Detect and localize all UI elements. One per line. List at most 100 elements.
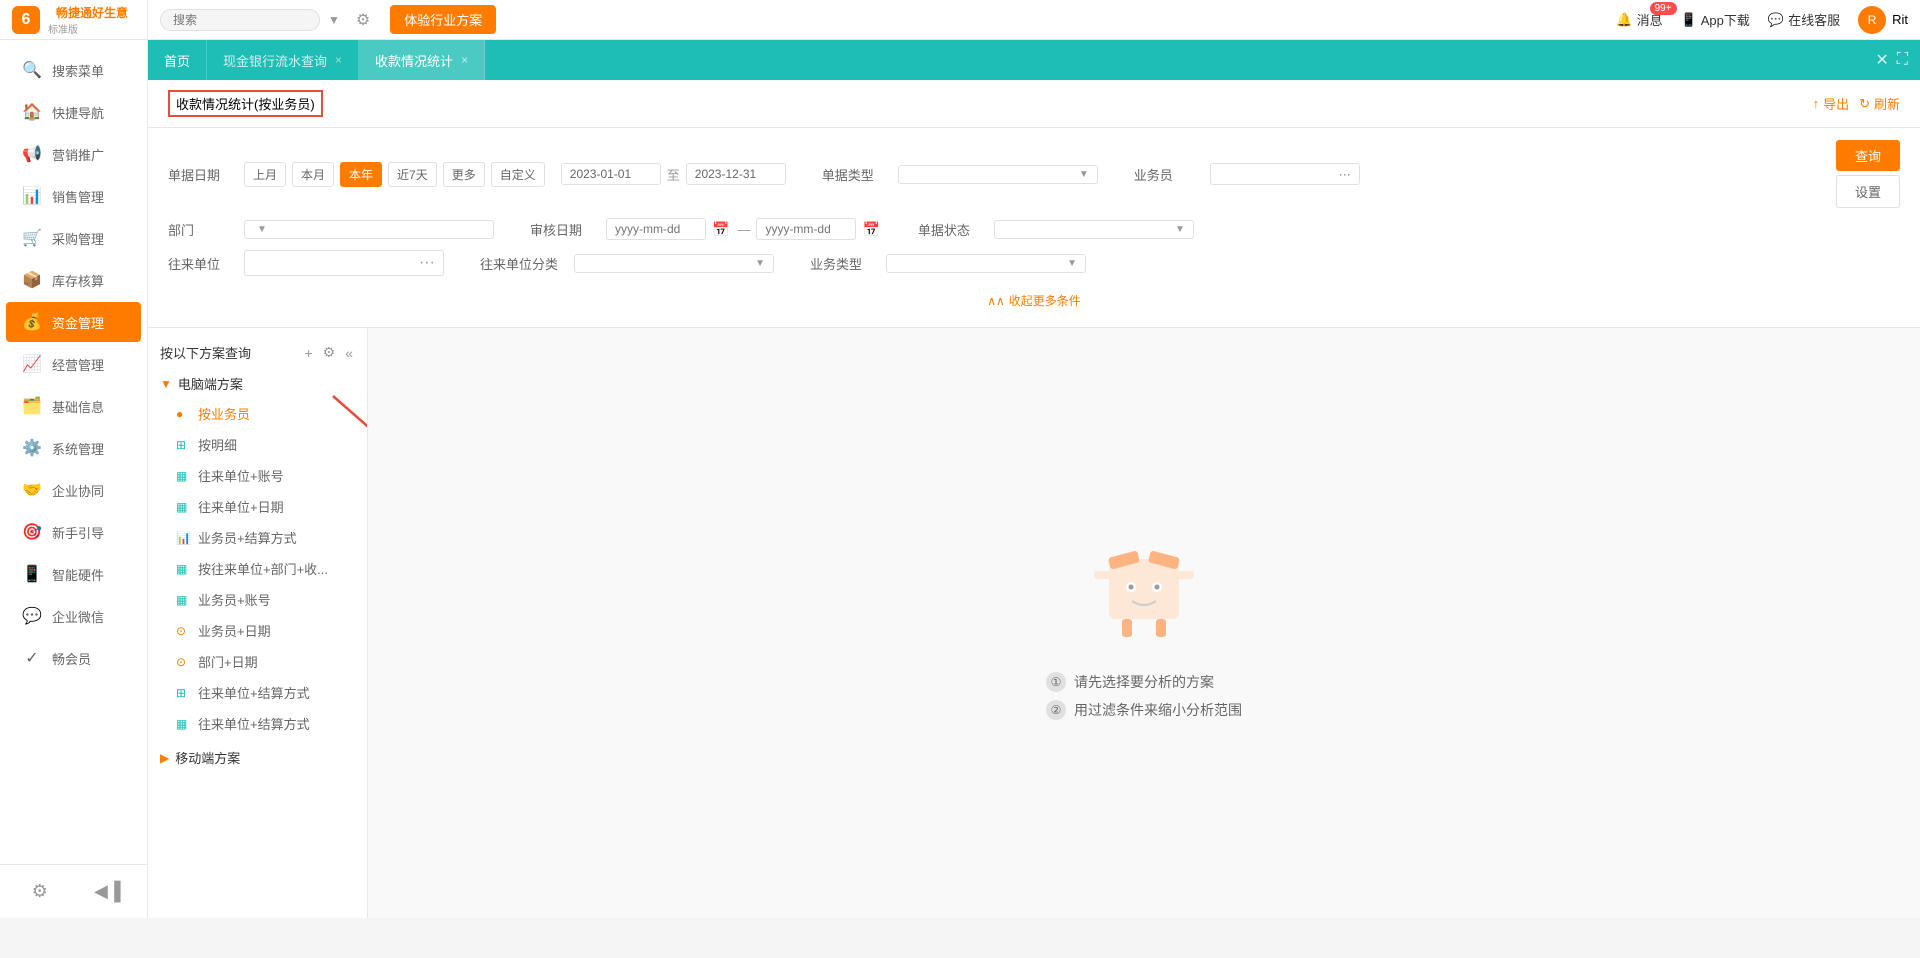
scheme-item-label-0: 按业务员 <box>198 404 250 423</box>
sidebar-settings-btn[interactable]: ⚙ <box>10 875 70 908</box>
export-btn[interactable]: ↑ 导出 <box>1813 94 1850 113</box>
scheme-item-icon-6: ▦ <box>176 593 192 607</box>
window-max-icon[interactable]: ⛶ <box>1897 51 1908 69</box>
nav-enterprise[interactable]: 🤝 企业协同 <box>6 470 141 510</box>
setting-btn[interactable]: 设置 <box>1836 175 1900 208</box>
calendar-icon-from[interactable]: 📅 <box>712 221 729 238</box>
date-from-input[interactable] <box>561 163 661 185</box>
date-to-input[interactable] <box>686 163 786 185</box>
scheme-group-pc: ▼ 电脑端方案 ● 按业务员 ⊞ 按明细 ▦ 往来单位+账号 <box>148 369 367 739</box>
scheme-item-icon-8: ⊙ <box>176 655 192 669</box>
nav-system[interactable]: ⚙️ 系统管理 <box>6 428 141 468</box>
nav-purchase[interactable]: 🛒 采购管理 <box>6 218 141 258</box>
scheme-group-mobile-header[interactable]: ▶ 移动端方案 <box>148 743 367 772</box>
export-label: 导出 <box>1823 94 1849 113</box>
tab-home[interactable]: 首页 <box>148 40 207 80</box>
tab-collection-stats-close[interactable]: × <box>461 53 468 67</box>
scheme-item-10[interactable]: ▦ 往来单位+结算方式 <box>148 708 367 739</box>
date-label: 单据日期 <box>168 165 228 184</box>
scheme-add-btn[interactable]: + <box>302 343 314 363</box>
nav-label-basic-info: 基础信息 <box>52 397 104 416</box>
filter-row-2: 部门 ▼ 审核日期 📅 — 📅 单据状态 ▼ <box>168 218 1900 240</box>
app-download-btn[interactable]: 📱 App下载 <box>1681 10 1750 29</box>
tab-bank-flow[interactable]: 现金银行流水查询 × <box>207 40 359 80</box>
tab-home-label: 首页 <box>164 51 190 70</box>
date-btn-last-month[interactable]: 上月 <box>244 162 286 187</box>
tab-collection-stats[interactable]: 收款情况统计 × <box>359 40 485 80</box>
scheme-collapse-btn[interactable]: « <box>343 343 355 363</box>
scheme-setting-btn[interactable]: ⚙ <box>321 342 338 363</box>
settings-gear-icon[interactable]: ⚙ <box>356 10 370 30</box>
scheme-item-3[interactable]: ▦ 往来单位+日期 <box>148 491 367 522</box>
nav-basic-info[interactable]: 🗂️ 基础信息 <box>6 386 141 426</box>
sidebar-collapse-btn[interactable]: ◀▐ <box>78 875 138 908</box>
date-btn-custom[interactable]: 自定义 <box>491 162 545 187</box>
date-btn-this-year[interactable]: 本年 <box>340 162 382 187</box>
app-icon: 📱 <box>1681 12 1697 28</box>
nav-sales[interactable]: 📊 销售管理 <box>6 176 141 216</box>
nav-quick-nav[interactable]: 🏠 快捷导航 <box>6 92 141 132</box>
dropdown-arrow-icon[interactable]: ▼ <box>328 13 340 27</box>
salesperson-select[interactable]: ··· <box>1210 163 1360 185</box>
tab-bar-right: ✕ ⛶ <box>1875 50 1920 70</box>
scheme-item-4[interactable]: 📊 业务员+结算方式 <box>148 522 367 553</box>
tab-bank-flow-close[interactable]: × <box>335 53 342 67</box>
nav-guide[interactable]: 🎯 新手引导 <box>6 512 141 552</box>
refresh-label: 刷新 <box>1874 94 1900 113</box>
nav-finance[interactable]: 💰 资金管理 <box>6 302 141 342</box>
review-date-label: 审核日期 <box>530 220 590 239</box>
online-service-btn[interactable]: 💬 在线客服 <box>1768 10 1840 29</box>
user-name: Rit <box>1892 12 1908 27</box>
date-btn-more[interactable]: 更多 <box>443 162 485 187</box>
scheme-item-1[interactable]: ⊞ 按明细 <box>148 429 367 460</box>
window-close-icon[interactable]: ✕ <box>1875 50 1888 70</box>
basic-info-icon: 🗂️ <box>22 396 42 416</box>
scheme-item-6[interactable]: ▦ 业务员+账号 <box>148 584 367 615</box>
scheme-item-8[interactable]: ⊙ 部门+日期 <box>148 646 367 677</box>
marketing-icon: 📢 <box>22 144 42 164</box>
scheme-item-icon-0: ● <box>176 407 192 421</box>
nav-wechat[interactable]: 💬 企业微信 <box>6 596 141 636</box>
scheme-item-9[interactable]: ⊞ 往来单位+结算方式 <box>148 677 367 708</box>
trial-btn[interactable]: 体验行业方案 <box>390 5 496 34</box>
collapse-bar[interactable]: ∧∧ 收起更多条件 <box>168 286 1900 315</box>
scheme-group-pc-label: 电脑端方案 <box>178 374 243 393</box>
user-area[interactable]: R Rit <box>1858 6 1908 34</box>
date-range: 至 <box>561 163 786 185</box>
date-btn-7days[interactable]: 近7天 <box>388 162 437 187</box>
scheme-item-5[interactable]: ▦ 按往来单位+部门+收... <box>148 553 367 584</box>
review-date-from-input[interactable] <box>606 218 706 240</box>
nav-marketing[interactable]: 📢 营销推广 <box>6 134 141 174</box>
refresh-btn[interactable]: ↻ 刷新 <box>1859 94 1900 113</box>
query-btn[interactable]: 查询 <box>1836 140 1900 171</box>
counterpart-dots[interactable]: ··· <box>419 254 435 272</box>
hint-text-1: 请先选择要分析的方案 <box>1074 672 1214 692</box>
nav-business[interactable]: 📈 经营管理 <box>6 344 141 384</box>
voucher-status-select[interactable]: ▼ <box>994 220 1194 239</box>
voucher-type-select[interactable]: ▼ <box>898 165 1098 184</box>
nav-label-wechat: 企业微信 <box>52 607 104 626</box>
calendar-icon-to[interactable]: 📅 <box>862 221 879 238</box>
nav-label-smart: 智能硬件 <box>52 565 104 584</box>
review-date-to-input[interactable] <box>756 218 856 240</box>
top-search-input[interactable] <box>160 9 320 31</box>
voucher-type-arrow: ▼ <box>1079 169 1089 180</box>
nav-search-menu[interactable]: 🔍 搜索菜单 <box>6 50 141 90</box>
scheme-group-pc-header[interactable]: ▼ 电脑端方案 <box>148 369 367 398</box>
counterpart-select[interactable]: ··· <box>244 250 444 276</box>
counterpart-category-select[interactable]: ▼ <box>574 254 774 273</box>
nav-label-sales: 销售管理 <box>52 187 104 206</box>
scheme-item-7[interactable]: ⊙ 业务员+日期 <box>148 615 367 646</box>
date-btn-this-month[interactable]: 本月 <box>292 162 334 187</box>
scheme-panel-header: 按以下方案查询 + ⚙ « <box>148 336 367 369</box>
scheme-item-2[interactable]: ▦ 往来单位+账号 <box>148 460 367 491</box>
nav-inventory[interactable]: 📦 库存核算 <box>6 260 141 300</box>
business-type-select[interactable]: ▼ <box>886 254 1086 273</box>
message-btn[interactable]: 🔔 消息 99+ <box>1616 10 1662 29</box>
scheme-item-0[interactable]: ● 按业务员 <box>148 398 367 429</box>
nav-items: 🔍 搜索菜单 🏠 快捷导航 📢 营销推广 📊 销售管理 🛒 采购管理 📦 库存核… <box>0 40 147 864</box>
nav-member[interactable]: ✓ 畅会员 <box>6 638 141 678</box>
tab-bar: 首页 现金银行流水查询 × 收款情况统计 × ✕ ⛶ <box>148 40 1920 80</box>
dept-select[interactable]: ▼ <box>244 220 494 239</box>
nav-smart-hardware[interactable]: 📱 智能硬件 <box>6 554 141 594</box>
